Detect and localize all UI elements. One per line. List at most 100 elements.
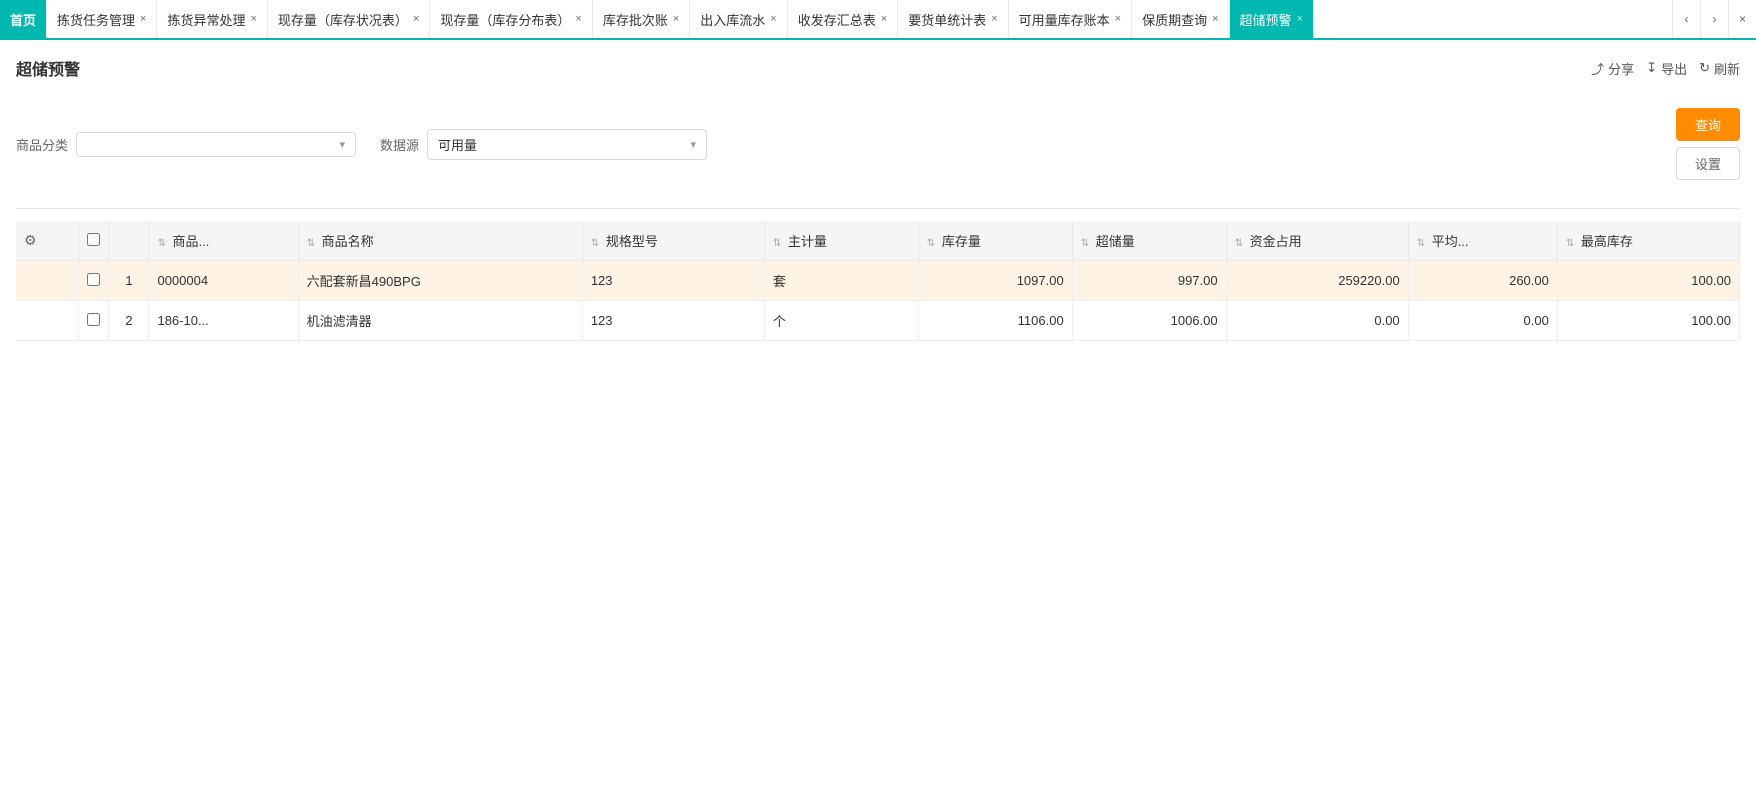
- nav-close-inventory-dist[interactable]: ×: [575, 13, 581, 25]
- nav-item-in-out-flow[interactable]: 出入库流水 ×: [690, 0, 787, 38]
- nav-item-task-mgmt-label: 拣货任务管理: [57, 10, 135, 29]
- col-stock[interactable]: ⇅ 库存量: [918, 221, 1072, 261]
- datasource-label: 数据源: [380, 135, 419, 154]
- nav-close-in-out-flow[interactable]: ×: [770, 13, 776, 25]
- nav-next-arrow[interactable]: ›: [1700, 0, 1728, 38]
- share-button[interactable]: ⤴ 分享: [1591, 59, 1634, 78]
- row-avg: 0.00: [1408, 301, 1557, 341]
- nav-item-inventory-dist[interactable]: 现存量（库存分布表） ×: [430, 0, 592, 38]
- nav-close-collect-send[interactable]: ×: [881, 13, 887, 25]
- row-checkbox[interactable]: [79, 301, 109, 341]
- col-product-name[interactable]: ⇅ 商品名称: [298, 221, 582, 261]
- settings-button[interactable]: 设置: [1676, 147, 1740, 180]
- nav-item-batch-account-label: 库存批次账: [603, 10, 668, 29]
- nav-item-abnormal-label: 拣货异常处理: [167, 10, 245, 29]
- col-avg[interactable]: ⇅ 平均...: [1408, 221, 1557, 261]
- gear-icon[interactable]: ⚙: [24, 232, 37, 248]
- col-checkbox[interactable]: [79, 221, 109, 261]
- sort-overstock-icon: ⇅: [1081, 238, 1089, 249]
- category-dropdown-icon: ▾: [339, 138, 345, 151]
- select-all-checkbox[interactable]: [87, 233, 100, 246]
- datasource-dropdown-icon: ▾: [691, 138, 697, 151]
- row-unit: 个: [764, 301, 918, 341]
- query-button[interactable]: 查询: [1676, 108, 1740, 141]
- nav-close-arrow[interactable]: ×: [1728, 0, 1756, 38]
- row-capital-usage: 259220.00: [1226, 261, 1408, 301]
- row-stock: 1106.00: [918, 301, 1072, 341]
- filter-row: 商品分类 ▾ 数据源 可用量 ▾ 查询 设置: [16, 96, 1740, 192]
- sort-max-stock-icon: ⇅: [1566, 238, 1574, 249]
- col-rownum: [109, 221, 149, 261]
- nav-close-task-mgmt[interactable]: ×: [140, 13, 146, 25]
- nav-item-order-stats[interactable]: 要货单统计表 ×: [898, 0, 1008, 38]
- nav-item-quality-check[interactable]: 保质期查询 ×: [1132, 0, 1229, 38]
- col-unit-label: 主计量: [788, 234, 827, 249]
- nav-item-collect-send[interactable]: 收发存汇总表 ×: [788, 0, 898, 38]
- nav-item-in-out-flow-label: 出入库流水: [700, 10, 765, 29]
- nav-close-quality-check[interactable]: ×: [1212, 13, 1218, 25]
- filter-datasource: 数据源 可用量 ▾: [380, 129, 707, 160]
- export-button[interactable]: ↧ 导出: [1646, 59, 1687, 78]
- table-row: 2 186-10... 机油滤清器 123 个 1106.00 1006.00 …: [16, 301, 1740, 341]
- col-spec-label: 规格型号: [606, 234, 658, 249]
- nav-item-inventory-status-label: 现存量（库存状况表）: [278, 10, 408, 29]
- row-product-name: 机油滤清器: [298, 301, 582, 341]
- export-label: 导出: [1661, 59, 1687, 78]
- nav-item-inventory-status[interactable]: 现存量（库存状况表） ×: [268, 0, 430, 38]
- table-header: ⚙ ⇅ 商品... ⇅ 商品名称 ⇅ 规格型号: [16, 221, 1740, 261]
- col-product-name-label: 商品名称: [322, 234, 374, 249]
- page-title: 超储预警: [16, 56, 80, 80]
- sort-product-name-icon: ⇅: [307, 238, 315, 249]
- nav-item-home[interactable]: 首页: [0, 0, 47, 38]
- page-header: 超储预警 ⤴ 分享 ↧ 导出 ↻ 刷新: [16, 56, 1740, 80]
- main-content: 超储预警 ⤴ 分享 ↧ 导出 ↻ 刷新 商品分类 ▾ 数据源: [0, 40, 1756, 800]
- col-max-stock[interactable]: ⇅ 最高库存: [1557, 221, 1739, 261]
- refresh-icon: ↻: [1699, 60, 1710, 76]
- nav-close-available-account[interactable]: ×: [1115, 13, 1121, 25]
- row-gear: [16, 261, 79, 301]
- export-icon: ↧: [1646, 60, 1657, 76]
- nav-arrows: ‹ › ×: [1672, 0, 1756, 38]
- nav-item-task-mgmt[interactable]: 拣货任务管理 ×: [47, 0, 157, 38]
- col-capital-usage[interactable]: ⇅ 资金占用: [1226, 221, 1408, 261]
- col-overstock[interactable]: ⇅ 超储量: [1072, 221, 1226, 261]
- row-spec: 123: [582, 261, 764, 301]
- col-stock-label: 库存量: [942, 234, 981, 249]
- row-num: 1: [109, 261, 149, 301]
- filter-buttons: 查询 设置: [1676, 108, 1740, 180]
- nav-item-available-account[interactable]: 可用量库存账本 ×: [1009, 0, 1132, 38]
- category-label: 商品分类: [16, 135, 68, 154]
- sort-stock-icon: ⇅: [927, 238, 935, 249]
- nav-prev-arrow[interactable]: ‹: [1672, 0, 1700, 38]
- row-gear: [16, 301, 79, 341]
- nav-close-inventory-status[interactable]: ×: [413, 13, 419, 25]
- nav-item-order-stats-label: 要货单统计表: [908, 10, 986, 29]
- row-spec: 123: [582, 301, 764, 341]
- row-capital-usage: 0.00: [1226, 301, 1408, 341]
- table-header-row: ⚙ ⇅ 商品... ⇅ 商品名称 ⇅ 规格型号: [16, 221, 1740, 261]
- col-unit[interactable]: ⇅ 主计量: [764, 221, 918, 261]
- col-spec[interactable]: ⇅ 规格型号: [582, 221, 764, 261]
- col-product-code[interactable]: ⇅ 商品...: [149, 221, 298, 261]
- nav-close-order-stats[interactable]: ×: [991, 13, 997, 25]
- nav-close-abnormal[interactable]: ×: [250, 13, 256, 25]
- nav-close-overstock-warning[interactable]: ×: [1297, 13, 1303, 25]
- sort-avg-icon: ⇅: [1417, 238, 1425, 249]
- nav-item-overstock-warning-label: 超储预警: [1240, 10, 1292, 29]
- nav-item-abnormal[interactable]: 拣货异常处理 ×: [157, 0, 267, 38]
- nav-item-overstock-warning[interactable]: 超储预警 ×: [1230, 0, 1314, 38]
- nav-close-batch-account[interactable]: ×: [673, 13, 679, 25]
- row-max-stock: 100.00: [1557, 301, 1739, 341]
- col-capital-usage-label: 资金占用: [1250, 234, 1302, 249]
- share-icon: ⤴: [1591, 59, 1604, 78]
- datasource-select[interactable]: 可用量 ▾: [427, 129, 707, 160]
- header-actions: ⤴ 分享 ↧ 导出 ↻ 刷新: [1591, 59, 1740, 78]
- category-select[interactable]: ▾: [76, 132, 356, 157]
- filter-category: 商品分类 ▾: [16, 132, 356, 157]
- nav-item-batch-account[interactable]: 库存批次账 ×: [593, 0, 690, 38]
- row-unit: 套: [764, 261, 918, 301]
- row-checkbox[interactable]: [79, 261, 109, 301]
- refresh-button[interactable]: ↻ 刷新: [1699, 59, 1740, 78]
- top-nav: 首页 拣货任务管理 × 拣货异常处理 × 现存量（库存状况表） × 现存量（库存…: [0, 0, 1756, 40]
- col-gear[interactable]: ⚙: [16, 221, 79, 261]
